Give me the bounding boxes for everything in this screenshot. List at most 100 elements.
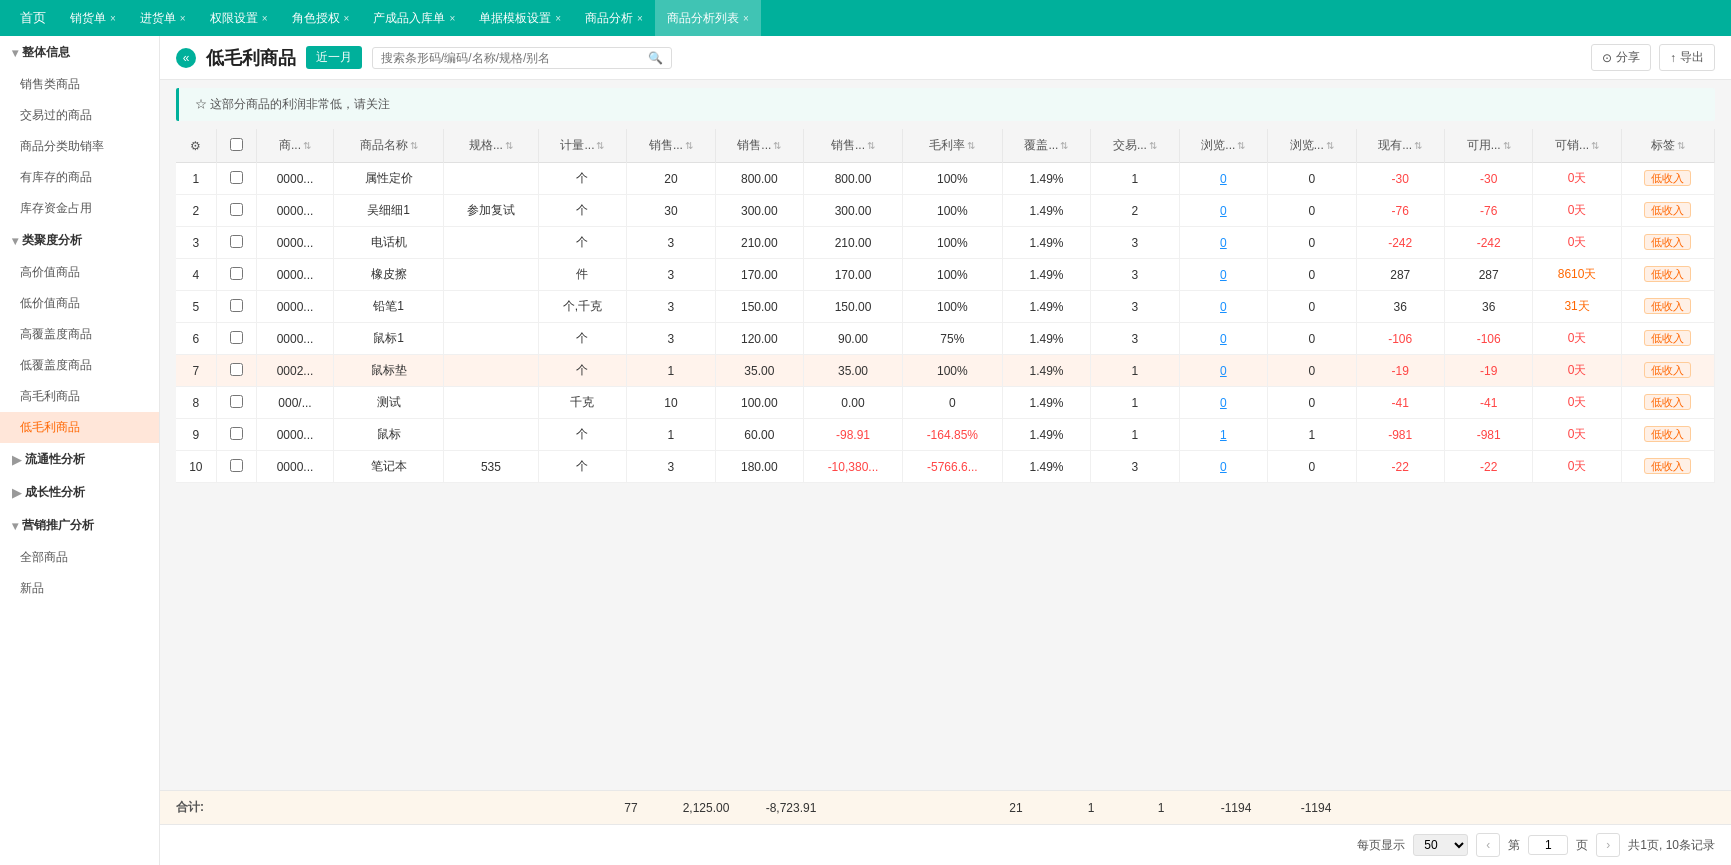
sidebar-item-stock-capital[interactable]: 库存资金占用 <box>0 193 159 224</box>
row-checkbox[interactable] <box>230 459 243 472</box>
col-name[interactable]: 商品名称⇅ <box>334 129 444 163</box>
cell-checkbox[interactable] <box>216 451 256 483</box>
col-code[interactable]: 商...⇅ <box>256 129 333 163</box>
nav-home[interactable]: 首页 <box>8 0 58 36</box>
close-icon[interactable]: × <box>555 13 561 24</box>
col-unit[interactable]: 计量...⇅ <box>538 129 626 163</box>
sidebar-item-high-value[interactable]: 高价值商品 <box>0 257 159 288</box>
cell-view1[interactable]: 1 <box>1179 419 1267 451</box>
row-checkbox[interactable] <box>230 235 243 248</box>
sidebar-item-sales-goods[interactable]: 销售类商品 <box>0 69 159 100</box>
sidebar-section-marketing[interactable]: ▾ 营销推广分析 <box>0 509 159 542</box>
col-coverage[interactable]: 覆盖...⇅ <box>1002 129 1090 163</box>
cell-coverage: 1.49% <box>1002 419 1090 451</box>
cell-sales-price: 170.00 <box>715 259 803 291</box>
search-input[interactable] <box>381 51 648 65</box>
close-icon[interactable]: × <box>344 13 350 24</box>
cell-view1[interactable]: 0 <box>1179 259 1267 291</box>
cell-view1[interactable]: 0 <box>1179 451 1267 483</box>
search-icon[interactable]: 🔍 <box>648 51 663 65</box>
nav-permissions[interactable]: 权限设置 × <box>198 0 280 36</box>
nav-roles[interactable]: 角色授权 × <box>280 0 362 36</box>
cell-checkbox[interactable] <box>216 419 256 451</box>
close-icon[interactable]: × <box>743 13 749 24</box>
nav-products[interactable]: 产成品入库单 × <box>361 0 467 36</box>
collapse-sidebar-button[interactable]: « <box>176 48 196 68</box>
nav-purchase[interactable]: 进货单 × <box>128 0 198 36</box>
col-sales-price[interactable]: 销售...⇅ <box>715 129 803 163</box>
cell-view1[interactable]: 0 <box>1179 323 1267 355</box>
sidebar-item-traded-goods[interactable]: 交易过的商品 <box>0 100 159 131</box>
page-size-select[interactable]: 50 20 100 <box>1413 834 1468 856</box>
cell-code: 0000... <box>256 195 333 227</box>
filter-tag-button[interactable]: 近一月 <box>306 46 362 69</box>
col-margin-rate[interactable]: 毛利率⇅ <box>902 129 1002 163</box>
sidebar-section-overall[interactable]: ▾ 整体信息 <box>0 36 159 69</box>
sidebar-item-low-value[interactable]: 低价值商品 <box>0 288 159 319</box>
select-all-checkbox[interactable] <box>230 138 243 151</box>
cell-view1[interactable]: 0 <box>1179 227 1267 259</box>
nav-sales[interactable]: 销货单 × <box>58 0 128 36</box>
col-sales-qty[interactable]: 销售...⇅ <box>627 129 715 163</box>
cell-row-no: 6 <box>176 323 216 355</box>
col-stock-saleable[interactable]: 可销...⇅ <box>1533 129 1621 163</box>
col-sales-profit[interactable]: 销售...⇅ <box>804 129 903 163</box>
col-stock-available[interactable]: 可用...⇅ <box>1444 129 1532 163</box>
col-settings[interactable]: ⚙ <box>176 129 216 163</box>
col-checkbox[interactable] <box>216 129 256 163</box>
close-icon[interactable]: × <box>262 13 268 24</box>
cell-margin-rate: 100% <box>902 195 1002 227</box>
sidebar-section-growth[interactable]: ▶ 成长性分析 <box>0 476 159 509</box>
nav-analysis[interactable]: 商品分析 × <box>573 0 655 36</box>
sidebar-section-flow[interactable]: ▶ 流通性分析 <box>0 443 159 476</box>
row-checkbox[interactable] <box>230 299 243 312</box>
cell-view1[interactable]: 0 <box>1179 387 1267 419</box>
page-number-input[interactable] <box>1528 835 1568 855</box>
col-spec[interactable]: 规格...⇅ <box>444 129 539 163</box>
row-checkbox[interactable] <box>230 331 243 344</box>
close-icon[interactable]: × <box>449 13 455 24</box>
sidebar-item-low-margin[interactable]: 低毛利商品 <box>0 412 159 443</box>
nav-analysis-list[interactable]: 商品分析列表 × <box>655 0 761 36</box>
col-tag[interactable]: 标签⇅ <box>1621 129 1714 163</box>
row-checkbox[interactable] <box>230 363 243 376</box>
cell-checkbox[interactable] <box>216 355 256 387</box>
row-checkbox[interactable] <box>230 171 243 184</box>
close-icon[interactable]: × <box>180 13 186 24</box>
close-icon[interactable]: × <box>637 13 643 24</box>
cell-view1[interactable]: 0 <box>1179 355 1267 387</box>
cell-checkbox[interactable] <box>216 227 256 259</box>
share-button[interactable]: ⊙ 分享 <box>1591 44 1651 71</box>
notice-bar: ☆ 这部分商品的利润非常低，请关注 <box>176 88 1715 121</box>
prev-page-button[interactable]: ‹ <box>1476 833 1500 857</box>
cell-checkbox[interactable] <box>216 163 256 195</box>
row-checkbox[interactable] <box>230 427 243 440</box>
cell-checkbox[interactable] <box>216 195 256 227</box>
export-button[interactable]: ↑ 导出 <box>1659 44 1715 71</box>
sidebar-item-all-goods[interactable]: 全部商品 <box>0 542 159 573</box>
col-view2[interactable]: 浏览...⇅ <box>1268 129 1356 163</box>
col-transaction[interactable]: 交易...⇅ <box>1091 129 1179 163</box>
nav-templates[interactable]: 单据模板设置 × <box>467 0 573 36</box>
cell-view1[interactable]: 0 <box>1179 163 1267 195</box>
cell-checkbox[interactable] <box>216 259 256 291</box>
cell-checkbox[interactable] <box>216 323 256 355</box>
close-icon[interactable]: × <box>110 13 116 24</box>
sidebar-item-stocked-goods[interactable]: 有库存的商品 <box>0 162 159 193</box>
col-stock-current[interactable]: 现有...⇅ <box>1356 129 1444 163</box>
cell-view1[interactable]: 0 <box>1179 291 1267 323</box>
cell-view1[interactable]: 0 <box>1179 195 1267 227</box>
sidebar-item-new-goods[interactable]: 新品 <box>0 573 159 604</box>
col-view1[interactable]: 浏览...⇅ <box>1179 129 1267 163</box>
sidebar-section-cluster[interactable]: ▾ 类聚度分析 <box>0 224 159 257</box>
cell-checkbox[interactable] <box>216 291 256 323</box>
sidebar-item-category-rate[interactable]: 商品分类助销率 <box>0 131 159 162</box>
sidebar-item-low-coverage[interactable]: 低覆盖度商品 <box>0 350 159 381</box>
cell-checkbox[interactable] <box>216 387 256 419</box>
row-checkbox[interactable] <box>230 395 243 408</box>
sidebar-item-high-coverage[interactable]: 高覆盖度商品 <box>0 319 159 350</box>
row-checkbox[interactable] <box>230 203 243 216</box>
next-page-button[interactable]: › <box>1596 833 1620 857</box>
row-checkbox[interactable] <box>230 267 243 280</box>
sidebar-item-high-margin[interactable]: 高毛利商品 <box>0 381 159 412</box>
